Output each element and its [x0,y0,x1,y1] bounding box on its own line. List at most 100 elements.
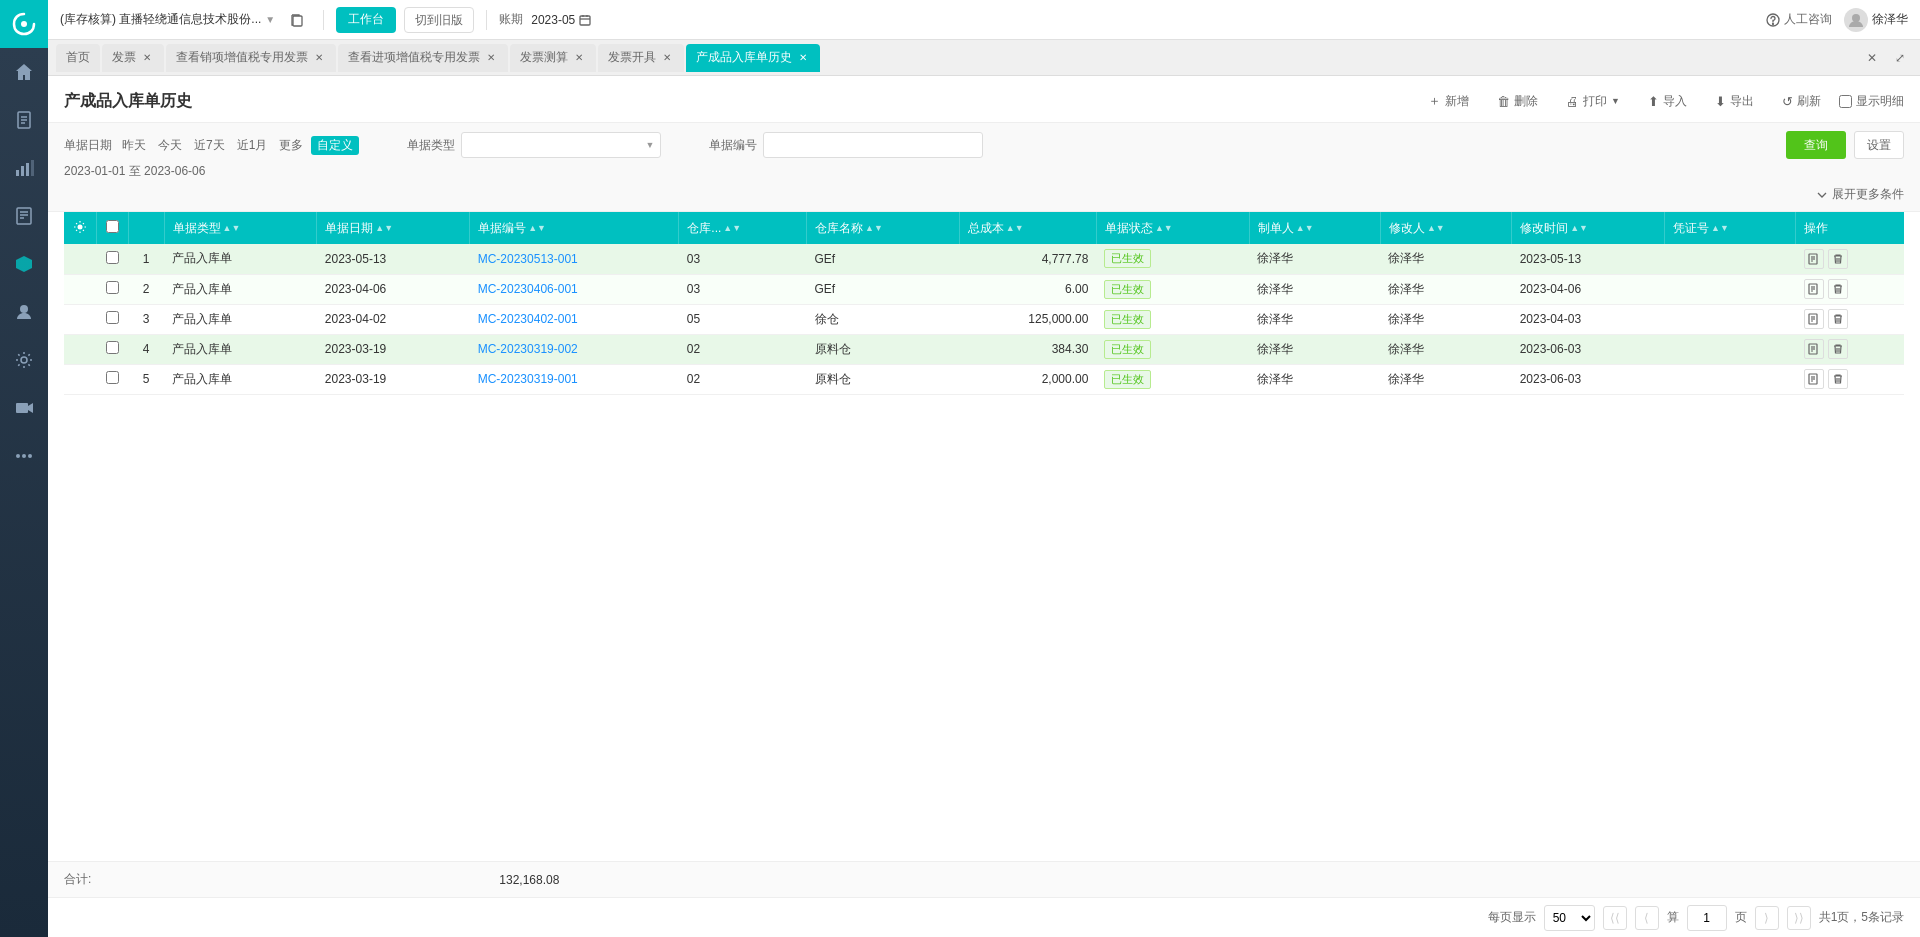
tab-history[interactable]: 产成品入库单历史 ✕ [686,44,820,72]
th-doc-type[interactable]: 单据类型▲▼ [164,212,317,244]
th-doc-no[interactable]: 单据编号▲▼ [470,212,679,244]
tab-issue-close[interactable]: ✕ [660,51,674,65]
row-delete-icon[interactable] [1828,339,1848,359]
row-checkbox[interactable] [96,244,128,274]
display-detail-checkbox[interactable] [1839,95,1852,108]
doc-type-select[interactable]: ▼ [461,132,661,158]
tab-issue[interactable]: 发票开具 ✕ [598,44,684,72]
date-more[interactable]: 更多 [275,136,307,155]
sort-wh-name[interactable]: ▲▼ [865,224,883,233]
row-checkbox[interactable] [96,364,128,394]
row-delete-icon[interactable] [1828,369,1848,389]
row-edit-icon[interactable] [1804,279,1824,299]
sidebar-home[interactable] [0,48,48,96]
tab-sales-invoice[interactable]: 查看销项增值税专用发票 ✕ [166,44,336,72]
th-warehouse-code[interactable]: 仓库...▲▼ [679,212,807,244]
date-custom[interactable]: 自定义 [311,136,359,155]
sidebar-video[interactable] [0,384,48,432]
row-delete-icon[interactable] [1828,249,1848,269]
sort-voucher[interactable]: ▲▼ [1711,224,1729,233]
tab-purchase-close[interactable]: ✕ [484,51,498,65]
row-edit-icon[interactable] [1804,369,1824,389]
sidebar-documents[interactable] [0,96,48,144]
tab-calc-close[interactable]: ✕ [572,51,586,65]
th-modifier[interactable]: 修改人▲▼ [1380,212,1511,244]
page-last-btn[interactable]: ⟩⟩ [1787,906,1811,930]
sort-status[interactable]: ▲▼ [1155,224,1173,233]
sidebar-ledger[interactable] [0,192,48,240]
row-edit-icon[interactable] [1804,249,1824,269]
th-modify-time[interactable]: 修改时间▲▼ [1512,212,1665,244]
th-warehouse-name[interactable]: 仓库名称▲▼ [807,212,960,244]
select-all-checkbox[interactable] [106,220,119,233]
sidebar-settings2[interactable] [0,336,48,384]
sort-cost[interactable]: ▲▼ [1006,224,1024,233]
query-button[interactable]: 查询 [1786,131,1846,159]
doc-no-input[interactable] [763,132,983,158]
sidebar-analytics[interactable] [0,144,48,192]
th-status[interactable]: 单据状态▲▼ [1096,212,1249,244]
sort-modify-time[interactable]: ▲▼ [1570,224,1588,233]
row-delete-icon[interactable] [1828,309,1848,329]
company-dropdown-icon[interactable]: ▼ [265,14,275,25]
tab-history-close[interactable]: ✕ [796,51,810,65]
switch-version-button[interactable]: 切到旧版 [404,7,474,33]
row-edit-icon[interactable] [1804,309,1824,329]
row-doc-no[interactable]: MC-20230402-001 [470,304,679,334]
add-button[interactable]: ＋ 新增 [1418,88,1479,114]
row-checkbox[interactable] [96,274,128,304]
th-settings[interactable] [64,212,96,244]
sort-modifier[interactable]: ▲▼ [1427,224,1445,233]
sidebar-inventory[interactable] [0,240,48,288]
page-size-select[interactable]: 50 100 200 [1544,905,1595,931]
sort-doc-type[interactable]: ▲▼ [223,224,241,233]
sort-doc-no[interactable]: ▲▼ [528,224,546,233]
row-doc-no[interactable]: MC-20230406-001 [470,274,679,304]
th-voucher[interactable]: 凭证号▲▼ [1665,212,1796,244]
page-input[interactable] [1687,905,1727,931]
sidebar-more[interactable] [0,432,48,480]
row-checkbox[interactable] [96,304,128,334]
help-button[interactable]: 人工咨询 [1766,11,1832,28]
print-button[interactable]: 🖨 打印 ▼ [1556,89,1630,114]
row-checkbox[interactable] [96,334,128,364]
row-doc-no[interactable]: MC-20230513-001 [470,244,679,274]
tab-invoice-close[interactable]: ✕ [140,51,154,65]
sort-creator[interactable]: ▲▼ [1296,224,1314,233]
import-button[interactable]: ⬆ 导入 [1638,89,1697,114]
user-menu[interactable]: 徐泽华 [1844,8,1908,32]
date-1month[interactable]: 近1月 [233,136,272,155]
date-yesterday[interactable]: 昨天 [118,136,150,155]
tab-close-all[interactable]: ✕ [1860,46,1884,70]
row-edit-icon[interactable] [1804,339,1824,359]
th-doc-date[interactable]: 单据日期▲▼ [317,212,470,244]
refresh-button[interactable]: ↺ 刷新 [1772,89,1831,114]
tab-home[interactable]: 首页 [56,44,100,72]
date-today[interactable]: 今天 [154,136,186,155]
row-doc-no[interactable]: MC-20230319-001 [470,364,679,394]
copy-icon[interactable] [283,6,311,34]
date-7days[interactable]: 近7天 [190,136,229,155]
th-creator[interactable]: 制单人▲▼ [1249,212,1380,244]
page-prev-btn[interactable]: ⟨ [1635,906,1659,930]
delete-button[interactable]: 🗑 删除 [1487,89,1548,114]
display-detail-toggle[interactable]: 显示明细 [1839,93,1904,110]
tab-invoice[interactable]: 发票 ✕ [102,44,164,72]
tab-calc[interactable]: 发票测算 ✕ [510,44,596,72]
tab-maximize[interactable]: ⤢ [1888,46,1912,70]
page-next-btn[interactable]: ⟩ [1755,906,1779,930]
workbench-button[interactable]: 工作台 [336,7,396,33]
sidebar-user[interactable] [0,288,48,336]
export-button[interactable]: ⬇ 导出 [1705,89,1764,114]
sort-doc-date[interactable]: ▲▼ [375,224,393,233]
setting-button[interactable]: 设置 [1854,131,1904,159]
row-doc-no[interactable]: MC-20230319-002 [470,334,679,364]
th-total-cost[interactable]: 总成本▲▼ [959,212,1096,244]
tab-purchase-invoice[interactable]: 查看进项增值税专用发票 ✕ [338,44,508,72]
expand-button[interactable]: 展开更多条件 [1816,186,1904,203]
tab-sales-close[interactable]: ✕ [312,51,326,65]
th-checkbox[interactable] [96,212,128,244]
page-first-btn[interactable]: ⟨⟨ [1603,906,1627,930]
sort-wh-code[interactable]: ▲▼ [723,224,741,233]
row-delete-icon[interactable] [1828,279,1848,299]
